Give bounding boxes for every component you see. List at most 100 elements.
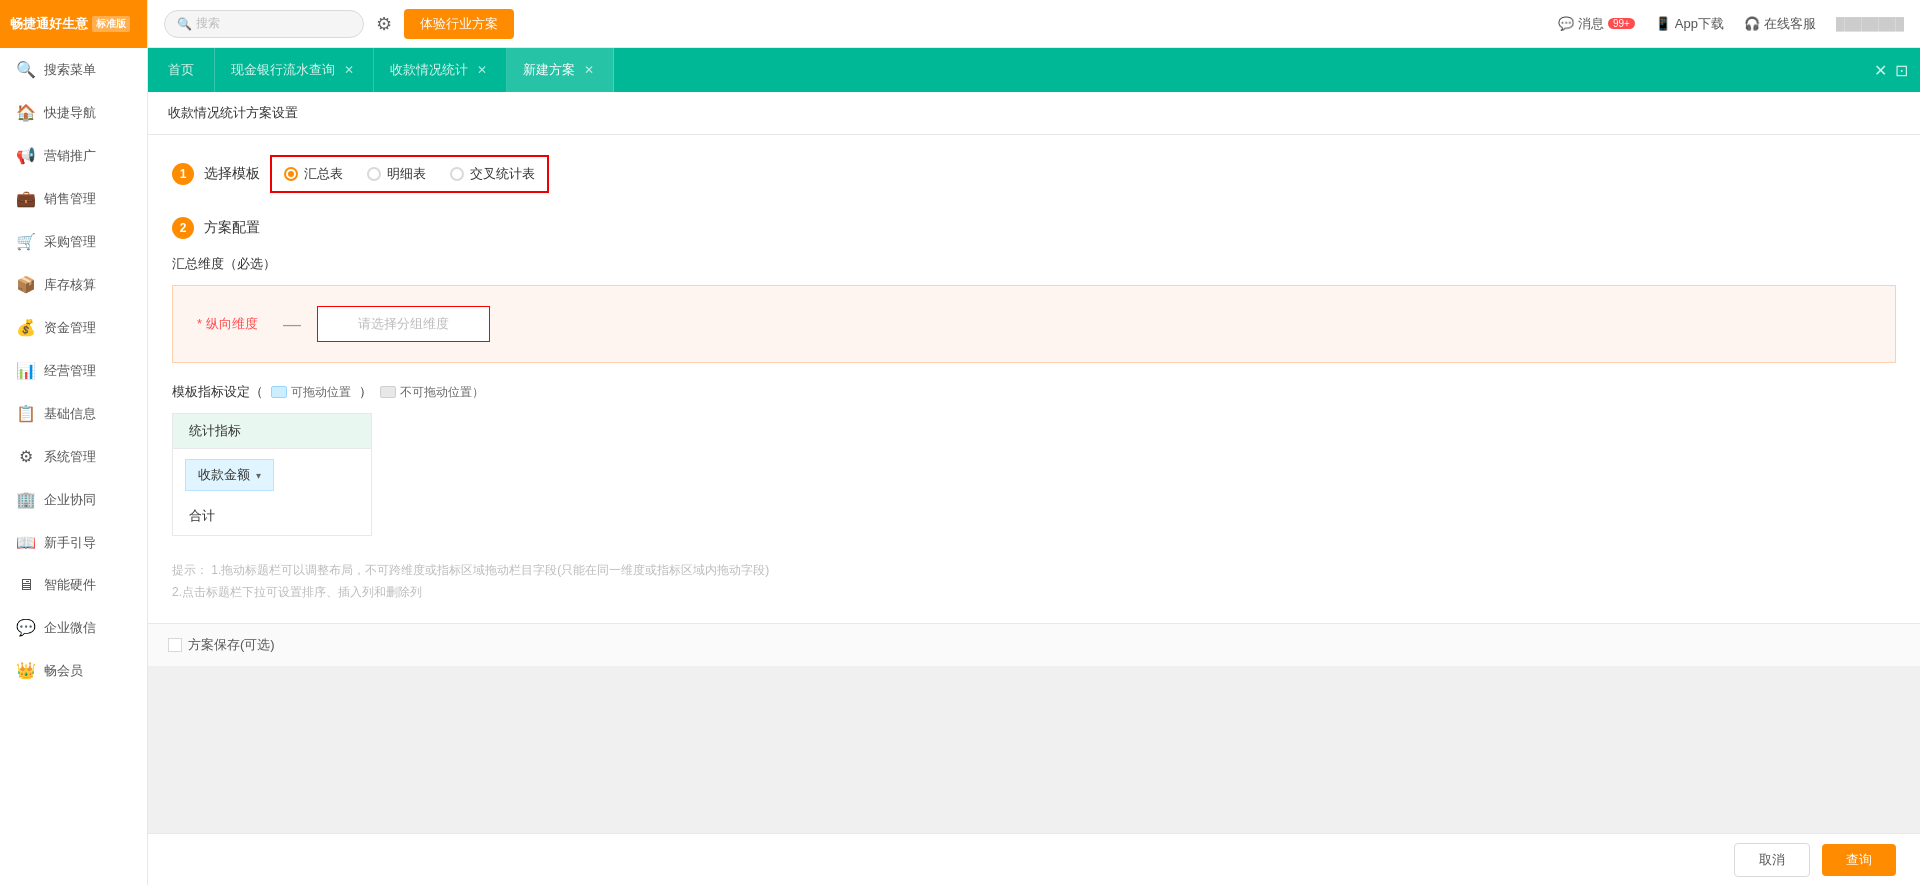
sidebar-item-1[interactable]: 🏠快捷导航	[0, 91, 147, 134]
sidebar-label-9: 系统管理	[44, 448, 96, 466]
save-label: 方案保存(可选)	[188, 636, 275, 654]
sidebar-icon-6: 💰	[16, 318, 36, 337]
page-title-bar: 收款情况统计方案设置	[148, 92, 1920, 135]
sidebar-item-8[interactable]: 📋基础信息	[0, 392, 147, 435]
sidebar-item-3[interactable]: 💼销售管理	[0, 177, 147, 220]
section2: 2 方案配置 汇总维度（必选） * 纵向维度 — 请选择分组维度	[172, 217, 1896, 603]
edition-badge: 标准版	[92, 16, 130, 32]
sidebar-label-0: 搜索菜单	[44, 61, 96, 79]
sidebar-icon-3: 💼	[16, 189, 36, 208]
metrics-cell-amount[interactable]: 收款金额 ▾	[185, 459, 274, 491]
page-content: 收款情况统计方案设置 1 选择模板 汇总表 明细表	[148, 92, 1920, 885]
sidebar-item-14[interactable]: 👑畅会员	[0, 649, 147, 692]
section1-number: 1	[172, 163, 194, 185]
save-checkbox[interactable]	[168, 638, 182, 652]
tab-cash-flow[interactable]: 现金银行流水查询 ✕	[215, 48, 374, 92]
metrics-grid-header: 统计指标	[173, 414, 371, 449]
dim-label-text: 汇总维度（必选）	[172, 256, 276, 271]
tab-cash-flow-close[interactable]: ✕	[341, 62, 357, 78]
download-icon: 📱	[1655, 16, 1671, 31]
vertical-dim-label: * 纵向维度	[197, 315, 267, 333]
sidebar-label-4: 采购管理	[44, 233, 96, 251]
sidebar-icon-2: 📢	[16, 146, 36, 165]
message-icon: 💬	[1558, 16, 1574, 31]
query-button[interactable]: 查询	[1822, 844, 1896, 876]
section2-number: 2	[172, 217, 194, 239]
tip-2-text: 2.点击标题栏下拉可设置排序、插入列和删除列	[172, 582, 422, 604]
page-footer: 方案保存(可选)	[148, 623, 1920, 666]
save-option[interactable]: 方案保存(可选)	[168, 636, 275, 654]
metrics-cell-label: 收款金额	[198, 466, 250, 484]
sidebar-item-10[interactable]: 🏢 企业协同	[0, 478, 147, 521]
section2-header: 2 方案配置	[172, 217, 1896, 239]
sidebar-label-13: 企业微信	[44, 619, 96, 637]
sidebar-icon-8: 📋	[16, 404, 36, 423]
sidebar-item-7[interactable]: 📊经营管理	[0, 349, 147, 392]
message-btn[interactable]: 💬 消息 99+	[1558, 15, 1635, 33]
search-icon: 🔍	[177, 17, 192, 31]
download-btn[interactable]: 📱 App下载	[1655, 15, 1724, 33]
chevron-down-icon: ▾	[256, 470, 261, 481]
sidebar-label-2: 营销推广	[44, 147, 96, 165]
sidebar-item-11[interactable]: 📖新手引导	[0, 521, 147, 564]
download-label: App下载	[1675, 15, 1724, 33]
sidebar-icon-14: 👑	[16, 661, 36, 680]
header-right: 💬 消息 99+ 📱 App下载 🎧 在线客服 ████████	[1558, 15, 1904, 33]
vertical-dim-area: * 纵向维度 — 请选择分组维度	[172, 285, 1896, 363]
dim-select-box[interactable]: 请选择分组维度	[317, 306, 490, 342]
bottom-action-bar: 取消 查询	[148, 833, 1920, 885]
tab-collection-close[interactable]: ✕	[474, 62, 490, 78]
tabs-close-icon[interactable]: ✕	[1874, 61, 1887, 80]
tabs-expand-icon[interactable]: ⊡	[1895, 61, 1908, 80]
tab-collection[interactable]: 收款情况统计 ✕	[374, 48, 507, 92]
sidebar-item-0[interactable]: 🔍搜索菜单	[0, 48, 147, 91]
section1-title: 选择模板	[204, 165, 260, 183]
radio-detail[interactable]: 明细表	[367, 165, 426, 183]
support-icon: 🎧	[1744, 16, 1760, 31]
sidebar-icon-4: 🛒	[16, 232, 36, 251]
message-label: 消息	[1578, 15, 1604, 33]
sidebar-item-6[interactable]: 💰资金管理	[0, 306, 147, 349]
sidebar: 畅捷通好生意 标准版 🔍搜索菜单🏠快捷导航 📢 营销推广 💼销售管理 🛒 采购管理 📦库存核…	[0, 0, 148, 885]
metrics-total: 合计	[173, 501, 371, 535]
legend-non-draggable: 不可拖动位置）	[380, 384, 484, 401]
sidebar-icon-9: ⚙	[16, 447, 36, 466]
tips-area: 提示： 1.拖动标题栏可以调整布局，不可跨维度或指标区域拖动栏目字段(只能在同一…	[172, 560, 1896, 603]
sidebar-label-10: 企业协同	[44, 491, 96, 509]
sidebar-item-9[interactable]: ⚙ 系统管理	[0, 435, 147, 478]
sidebar-label-11: 新手引导	[44, 534, 96, 552]
sidebar-label-12: 智能硬件	[44, 576, 96, 594]
page-title: 收款情况统计方案设置	[168, 105, 298, 120]
cancel-button[interactable]: 取消	[1734, 843, 1810, 877]
sidebar-item-2[interactable]: 📢 营销推广	[0, 134, 147, 177]
radio-detail-dot	[367, 167, 381, 181]
sidebar-item-4[interactable]: 🛒 采购管理	[0, 220, 147, 263]
template-select-area: 汇总表 明细表 交叉统计表	[270, 155, 549, 193]
dim-arrow-icon: —	[283, 314, 301, 335]
settings-icon[interactable]: ⚙	[376, 13, 392, 35]
main-wrapper: 🔍 搜索 ⚙ 体验行业方案 💬 消息 99+ 📱 App下载 🎧 在线客服 ██…	[148, 0, 1920, 885]
metrics-title-text: 模板指标设定（	[172, 383, 263, 401]
legend-non-draggable-label: 不可拖动位置）	[400, 384, 484, 401]
sidebar-icon-12: 🖥	[16, 576, 36, 594]
sidebar-item-5[interactable]: 📦库存核算	[0, 263, 147, 306]
metrics-header: 模板指标设定（ 可拖动位置 ） 不可拖动位置）	[172, 383, 1896, 401]
dim-label: 汇总维度（必选）	[172, 255, 1896, 273]
radio-cross[interactable]: 交叉统计表	[450, 165, 535, 183]
tab-home[interactable]: 首页	[148, 48, 215, 92]
metrics-cell-wrapper: 收款金额 ▾	[173, 449, 371, 501]
search-placeholder: 搜索	[196, 15, 220, 32]
support-btn[interactable]: 🎧 在线客服	[1744, 15, 1816, 33]
sidebar-item-13[interactable]: 💬企业微信	[0, 606, 147, 649]
tab-new-plan[interactable]: 新建方案 ✕	[507, 48, 614, 92]
radio-summary[interactable]: 汇总表	[284, 165, 343, 183]
sidebar-item-12[interactable]: 🖥 智能硬件	[0, 564, 147, 606]
logo-text: 畅捷通好生意	[10, 15, 88, 33]
section1-header: 1 选择模板 汇总表 明细表 交叉统计表	[172, 155, 1896, 193]
legend-draggable-label: 可拖动位置	[291, 384, 351, 401]
tab-new-plan-close[interactable]: ✕	[581, 62, 597, 78]
sidebar-icon-10: 🏢	[16, 490, 36, 509]
radio-summary-label: 汇总表	[304, 165, 343, 183]
tab-cash-flow-label: 现金银行流水查询	[231, 61, 335, 79]
industry-btn[interactable]: 体验行业方案	[404, 9, 514, 39]
